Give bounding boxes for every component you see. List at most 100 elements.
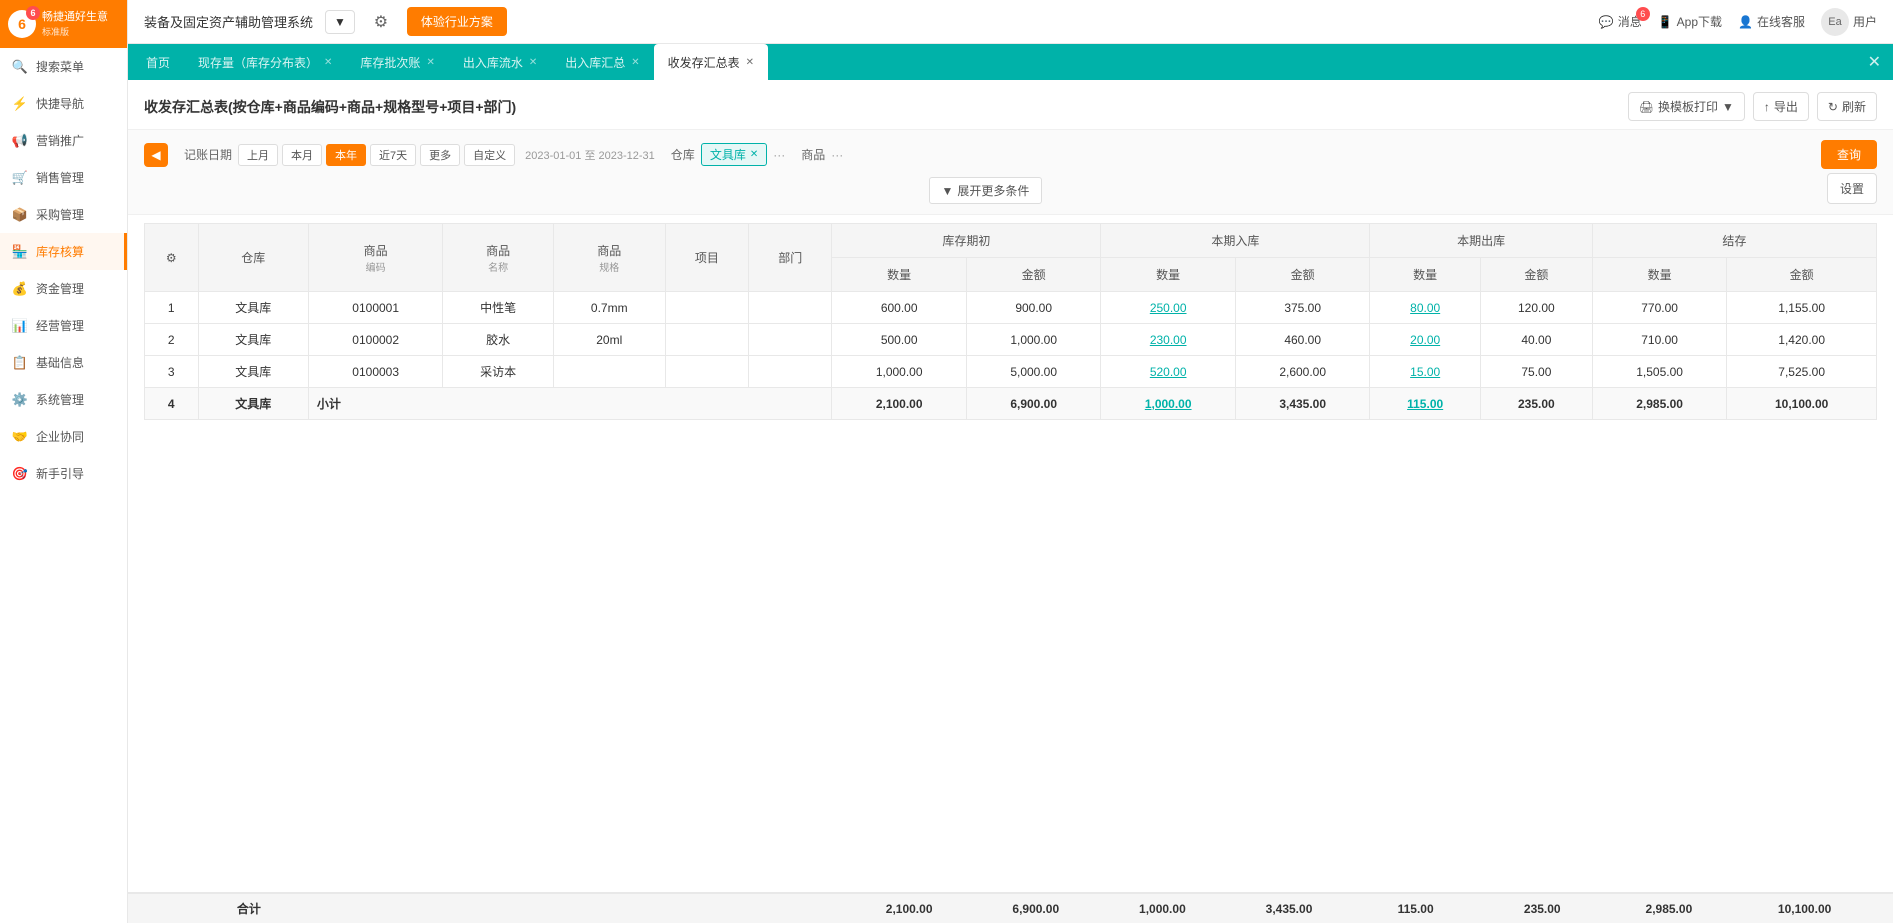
this-year-button[interactable]: 本年	[326, 144, 366, 166]
warehouse-filter-label: 仓库	[671, 146, 695, 163]
cell-goods-name: 采访本	[443, 356, 553, 388]
export-button[interactable]: ↑ 导出	[1753, 92, 1809, 121]
total-balance-qty: 2,985.00	[1606, 900, 1733, 917]
sidebar-item-operations[interactable]: 📊 经营管理	[0, 307, 127, 344]
tab-home[interactable]: 首页	[132, 44, 184, 80]
data-table: ⚙ 仓库 商品编码 商品名称 商品规格 项目 部门 库存期初 本期入库 本期出库…	[144, 223, 1877, 420]
cell-in-qty[interactable]: 520.00	[1101, 356, 1236, 388]
tab-close-icon[interactable]: ✕	[426, 57, 434, 68]
close-all-tabs-icon[interactable]: ✕	[1868, 52, 1881, 72]
sidebar-item-label: 库存核算	[36, 243, 84, 260]
logo-icon: 6 6	[8, 10, 36, 38]
purchase-icon: 📦	[12, 207, 28, 223]
user-menu[interactable]: Ea 用户	[1821, 8, 1877, 36]
message-badge: 6	[1636, 7, 1650, 21]
cell-in-qty[interactable]: 1,000.00	[1101, 388, 1236, 420]
custom-date-button[interactable]: 自定义	[464, 144, 515, 166]
tab-inout-summary[interactable]: 出入库汇总 ✕	[551, 44, 653, 80]
sidebar-item-sales[interactable]: 🛒 销售管理	[0, 159, 127, 196]
expand-conditions-button[interactable]: ▼ 展开更多条件	[929, 177, 1043, 204]
sidebar-item-newbie[interactable]: 🎯 新手引导	[0, 455, 127, 492]
sidebar-item-search[interactable]: 🔍 搜索菜单	[0, 48, 127, 85]
tab-batch[interactable]: 库存批次账 ✕	[346, 44, 448, 80]
th-settings[interactable]: ⚙	[145, 224, 199, 292]
cell-out-qty[interactable]: 15.00	[1370, 356, 1480, 388]
logo-area: 6 6 畅捷通好生意 标准版	[0, 0, 127, 48]
warehouse-tag-close-icon[interactable]: ✕	[750, 149, 758, 160]
tab-inout-flow-label: 出入库流水	[463, 54, 523, 71]
total-in-amt: 3,435.00	[1226, 900, 1353, 917]
tab-inventory-dist[interactable]: 现存量（库存分布表） ✕	[184, 44, 346, 80]
cell-in-qty[interactable]: 230.00	[1101, 324, 1236, 356]
sidebar-item-basic[interactable]: 📋 基础信息	[0, 344, 127, 381]
cell-warehouse: 文具库	[198, 356, 308, 388]
sidebar: 6 6 畅捷通好生意 标准版 🔍 搜索菜单 ⚡ 快捷导航 📢 营销推广 🛒 销售…	[0, 0, 128, 923]
th-goods-name: 商品名称	[443, 224, 553, 292]
tab-close-icon[interactable]: ✕	[529, 57, 537, 68]
sidebar-item-finance[interactable]: 💰 资金管理	[0, 270, 127, 307]
last7-button[interactable]: 近7天	[370, 144, 416, 166]
tab-close-icon[interactable]: ✕	[324, 57, 332, 68]
trial-button[interactable]: 体验行业方案	[407, 7, 507, 36]
cell-goods-code: 0100003	[308, 356, 443, 388]
cell-in-qty[interactable]: 250.00	[1101, 292, 1236, 324]
filter-toggle-button[interactable]: ◀	[144, 143, 168, 167]
query-button[interactable]: 查询	[1821, 140, 1877, 169]
cell-goods-name: 中性笔	[443, 292, 553, 324]
sidebar-item-purchase[interactable]: 📦 采购管理	[0, 196, 127, 233]
template-print-button[interactable]: 🖨 换模板打印 ▼	[1628, 92, 1745, 121]
total-in-qty: 1,000.00	[1099, 900, 1226, 917]
last-month-button[interactable]: 上月	[238, 144, 278, 166]
cell-balance-amt: 1,155.00	[1727, 292, 1877, 324]
sidebar-item-marketing[interactable]: 📢 营销推广	[0, 122, 127, 159]
settings-gear-icon[interactable]: ⚙	[367, 8, 395, 36]
cell-out-qty[interactable]: 80.00	[1370, 292, 1480, 324]
cell-no: 4	[145, 388, 199, 420]
sidebar-item-label: 资金管理	[36, 280, 84, 297]
cell-goods-spec: 20ml	[553, 324, 665, 356]
refresh-button[interactable]: ↻ 刷新	[1817, 92, 1877, 121]
sidebar-item-inventory[interactable]: 🏪 库存核算	[0, 233, 127, 270]
tab-inventory-dist-label: 现存量（库存分布表）	[198, 54, 318, 71]
tab-close-icon[interactable]: ✕	[631, 57, 639, 68]
tab-inout-flow[interactable]: 出入库流水 ✕	[449, 44, 551, 80]
page-content: 收发存汇总表(按仓库+商品编码+商品+规格型号+项目+部门) 🖨 换模板打印 ▼…	[128, 80, 1893, 892]
sidebar-item-quicknav[interactable]: ⚡ 快捷导航	[0, 85, 127, 122]
this-month-button[interactable]: 本月	[282, 144, 322, 166]
online-service-button[interactable]: 👤 在线客服	[1738, 13, 1805, 30]
newbie-icon: 🎯	[12, 466, 28, 482]
message-button[interactable]: 💬 消息 6	[1599, 13, 1642, 30]
tab-close-icon[interactable]: ✕	[746, 57, 754, 68]
sidebar-item-label: 快捷导航	[36, 95, 84, 112]
cell-subtotal-label: 小计	[308, 388, 832, 420]
sidebar-item-system[interactable]: ⚙️ 系统管理	[0, 381, 127, 418]
system-dropdown[interactable]: ▼	[325, 10, 355, 34]
cell-out-amt: 75.00	[1480, 356, 1592, 388]
tabbar: 首页 现存量（库存分布表） ✕ 库存批次账 ✕ 出入库流水 ✕ 出入库汇总 ✕ …	[128, 44, 1893, 80]
total-out-qty: 115.00	[1352, 900, 1479, 917]
refresh-icon: ↻	[1828, 100, 1838, 114]
total-balance-amt: 10,100.00	[1732, 900, 1877, 917]
settings-button[interactable]: 设置	[1827, 173, 1877, 204]
tab-receive-summary[interactable]: 收发存汇总表 ✕	[654, 44, 768, 80]
goods-more-icon[interactable]: ···	[831, 148, 843, 162]
tab-inout-summary-label: 出入库汇总	[565, 54, 625, 71]
more-date-button[interactable]: 更多	[420, 144, 460, 166]
table-container: ⚙ 仓库 商品编码 商品名称 商品规格 项目 部门 库存期初 本期入库 本期出库…	[128, 215, 1893, 428]
sidebar-item-enterprise[interactable]: 🤝 企业协同	[0, 418, 127, 455]
total-label: 合计	[195, 900, 304, 917]
th-goods-spec: 商品规格	[553, 224, 665, 292]
footer-table: 合计 2,100.00 6,900.00 1,000.00 3,435.00 1…	[144, 900, 1877, 917]
warehouse-tag: 文具库 ✕	[701, 143, 767, 166]
cell-out-qty[interactable]: 115.00	[1370, 388, 1480, 420]
th-balance-amt: 金额	[1727, 258, 1877, 292]
app-download-button[interactable]: 📱 App下载	[1658, 13, 1722, 30]
cell-opening-amt: 6,900.00	[966, 388, 1101, 420]
sidebar-nav: 🔍 搜索菜单 ⚡ 快捷导航 📢 营销推广 🛒 销售管理 📦 采购管理 🏪 库存核…	[0, 48, 127, 923]
warehouse-more-icon[interactable]: ···	[773, 148, 785, 162]
topbar: 装备及固定资产辅助管理系统 ▼ ⚙ 体验行业方案 💬 消息 6 📱 App下载 …	[128, 0, 1893, 44]
cell-out-qty[interactable]: 20.00	[1370, 324, 1480, 356]
cell-balance-qty: 770.00	[1592, 292, 1727, 324]
expand-icon: ▼	[942, 184, 954, 198]
cell-goods-spec	[553, 356, 665, 388]
